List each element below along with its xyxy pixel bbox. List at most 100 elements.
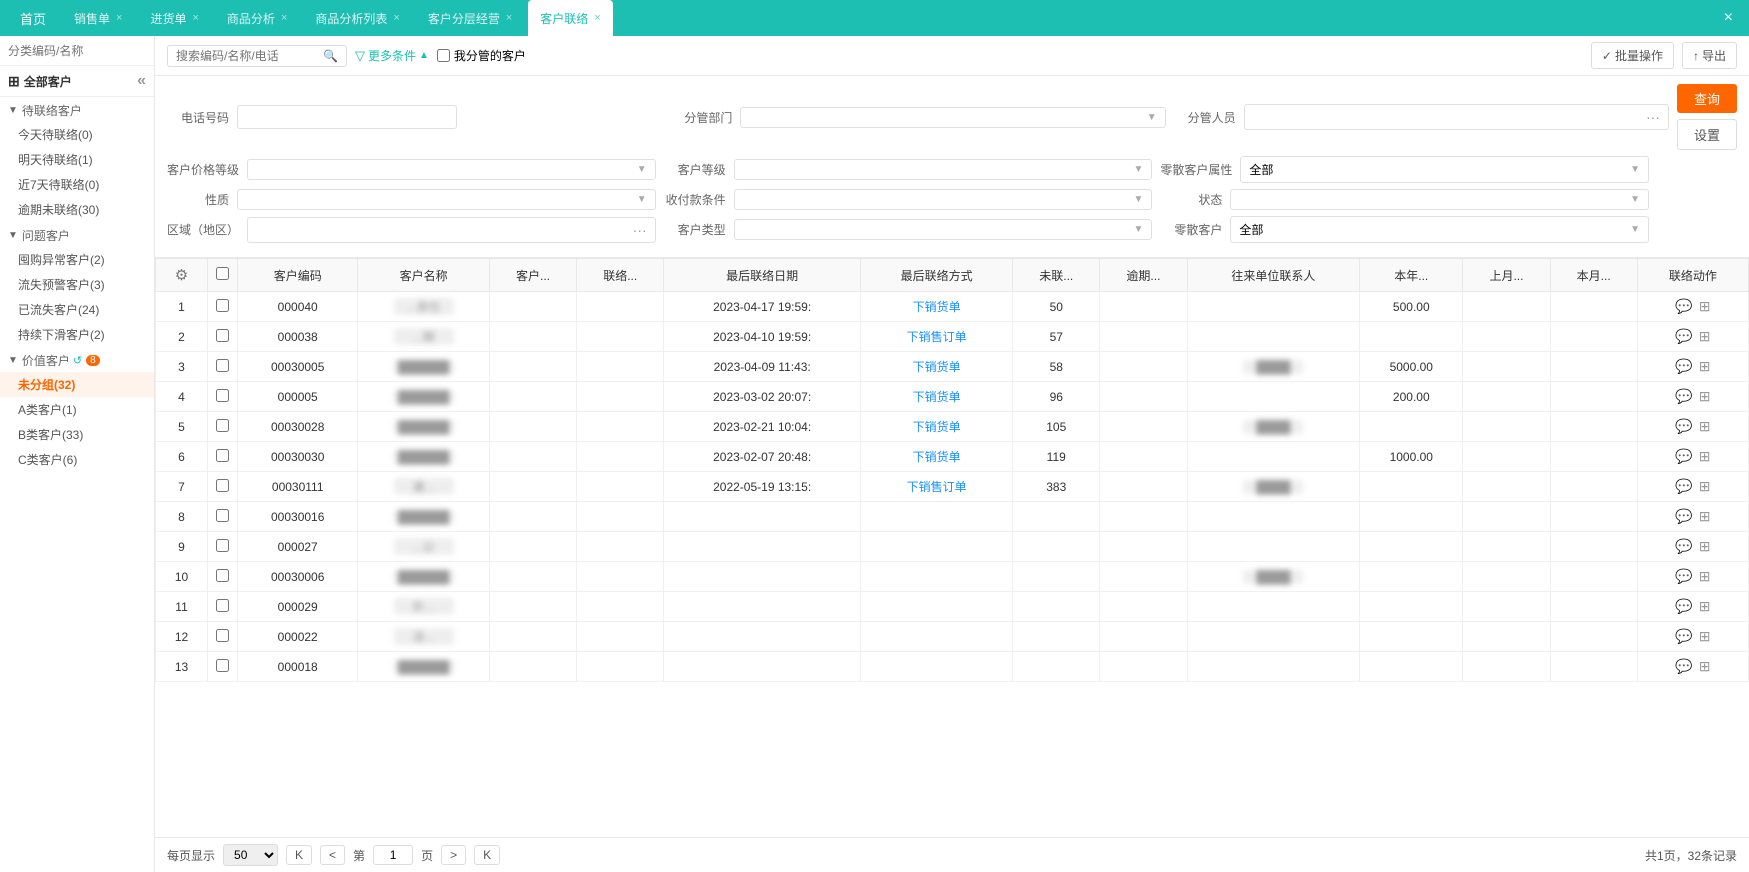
retail-attr-select[interactable]: 全部 ▼ [1240,156,1649,183]
first-page-button[interactable]: K [286,845,312,865]
cell-action[interactable]: 💬 ⊞ [1637,562,1748,592]
method-link[interactable]: 下销售订单 [907,480,967,494]
cell-action[interactable]: 💬 ⊞ [1637,472,1748,502]
sidebar-churn-warning[interactable]: 流失预警客户(3) [0,272,154,297]
cell-action[interactable]: 💬 ⊞ [1637,502,1748,532]
price-level-select[interactable]: ▼ [247,159,656,180]
method-link[interactable]: 下销货单 [913,300,961,314]
batch-ops-button[interactable]: ✓ 批量操作 [1591,42,1674,69]
sidebar-hoarding[interactable]: 囤购异常客户(2) [0,247,154,272]
th-checkbox[interactable] [208,259,238,292]
person-select-wrap[interactable]: ··· [1244,104,1669,130]
th-last-month[interactable]: 上月... [1463,259,1550,292]
dept-select-wrap[interactable]: ▼ [740,107,1165,128]
cell-checkbox[interactable] [208,472,238,502]
customer-type-select[interactable]: ▼ [734,219,1153,240]
sidebar-class-c[interactable]: C类客户(6) [0,447,154,472]
customer-level-select[interactable]: ▼ [734,159,1153,180]
row-checkbox[interactable] [216,599,229,612]
grid-icon[interactable]: ⊞ [1699,388,1711,405]
grid-icon[interactable]: ⊞ [1699,658,1711,675]
cell-checkbox[interactable] [208,562,238,592]
payment-select[interactable]: ▼ [734,189,1153,210]
last-page-button[interactable]: K [474,845,500,865]
cell-checkbox[interactable] [208,322,238,352]
th-overdue[interactable]: 逾期... [1100,259,1187,292]
grid-icon[interactable]: ⊞ [1699,598,1711,615]
row-checkbox[interactable] [216,389,229,402]
message-icon[interactable]: 💬 [1675,538,1692,555]
row-checkbox[interactable] [216,359,229,372]
th-contact[interactable]: 联络... [577,259,664,292]
close-tab-product-list[interactable]: × [393,12,399,24]
grid-icon[interactable]: ⊞ [1699,508,1711,525]
row-checkbox[interactable] [216,539,229,552]
close-tab-customer-contact[interactable]: × [594,12,600,24]
select-all-checkbox[interactable] [216,267,229,280]
message-icon[interactable]: 💬 [1675,388,1692,405]
cell-action[interactable]: 💬 ⊞ [1637,622,1748,652]
cell-action[interactable]: 💬 ⊞ [1637,412,1748,442]
region-dots-icon[interactable]: ··· [633,222,647,238]
row-checkbox[interactable] [216,629,229,642]
grid-icon[interactable]: ⊞ [1699,478,1711,495]
group-waiting-contact[interactable]: ▼ 待联络客户 [0,97,154,122]
message-icon[interactable]: 💬 [1675,508,1692,525]
sidebar-tomorrow-contact[interactable]: 明天待联络(1) [0,147,154,172]
sidebar-class-a[interactable]: A类客户(1) [0,397,154,422]
grid-icon[interactable]: ⊞ [1699,418,1711,435]
retail-customer-select[interactable]: 全部 ▼ [1230,216,1649,243]
cell-last-method[interactable] [861,502,1013,532]
method-link[interactable]: 下销货单 [913,390,961,404]
cell-last-method[interactable]: 下销货单 [861,292,1013,322]
cell-action[interactable]: 💬 ⊞ [1637,652,1748,682]
close-app-button[interactable]: × [1716,9,1741,27]
message-icon[interactable]: 💬 [1675,358,1692,375]
th-this-year[interactable]: 本年... [1360,259,1463,292]
my-customer-checkbox-area[interactable]: 我分管的客户 [437,47,526,64]
cell-checkbox[interactable] [208,352,238,382]
all-customers-header[interactable]: ⊞ 全部客户 « [0,66,154,97]
sidebar-ungrouped[interactable]: 未分组(32) [0,372,154,397]
cell-last-method[interactable]: 下销货单 [861,412,1013,442]
page-input[interactable] [373,845,413,865]
cell-action[interactable]: 💬 ⊞ [1637,292,1748,322]
message-icon[interactable]: 💬 [1675,658,1692,675]
sidebar-week-contact[interactable]: 近7天待联络(0) [0,172,154,197]
cell-last-method[interactable] [861,652,1013,682]
cell-checkbox[interactable] [208,652,238,682]
th-name[interactable]: 客户名称 [358,259,490,292]
cell-checkbox[interactable] [208,412,238,442]
row-checkbox[interactable] [216,329,229,342]
cell-action[interactable]: 💬 ⊞ [1637,442,1748,472]
cell-checkbox[interactable] [208,622,238,652]
next-page-button[interactable]: > [441,845,466,865]
row-checkbox[interactable] [216,479,229,492]
person-dots-icon[interactable]: ··· [1646,109,1660,125]
cell-action[interactable]: 💬 ⊞ [1637,532,1748,562]
close-tab-purchase[interactable]: × [192,12,198,24]
nature-select[interactable]: ▼ [237,189,656,210]
sidebar-today-contact[interactable]: 今天待联络(0) [0,122,154,147]
cell-checkbox[interactable] [208,442,238,472]
cell-checkbox[interactable] [208,532,238,562]
cell-checkbox[interactable] [208,382,238,412]
tab-product-list[interactable]: 商品分析列表 × [303,0,411,36]
grid-icon[interactable]: ⊞ [1699,328,1711,345]
cell-last-method[interactable]: 下销货单 [861,352,1013,382]
th-last-method[interactable]: 最后联络方式 [861,259,1013,292]
prev-page-button[interactable]: < [320,845,345,865]
sidebar-overdue-contact[interactable]: 逾期未联络(30) [0,197,154,222]
cell-last-method[interactable]: 下销售订单 [861,322,1013,352]
collapse-sidebar-icon[interactable]: « [137,72,146,90]
message-icon[interactable]: 💬 [1675,628,1692,645]
message-icon[interactable]: 💬 [1675,598,1692,615]
cell-action[interactable]: 💬 ⊞ [1637,322,1748,352]
th-last-date[interactable]: 最后联络日期 [664,259,861,292]
tab-customer-contact[interactable]: 客户联络 × [528,0,612,36]
group-value-customers[interactable]: ▼ 价值客户 ↺ 8 [0,347,154,372]
tab-purchase[interactable]: 进货单 × [138,0,210,36]
grid-icon[interactable]: ⊞ [1699,568,1711,585]
th-this-month[interactable]: 本月... [1550,259,1637,292]
cell-last-method[interactable] [861,562,1013,592]
